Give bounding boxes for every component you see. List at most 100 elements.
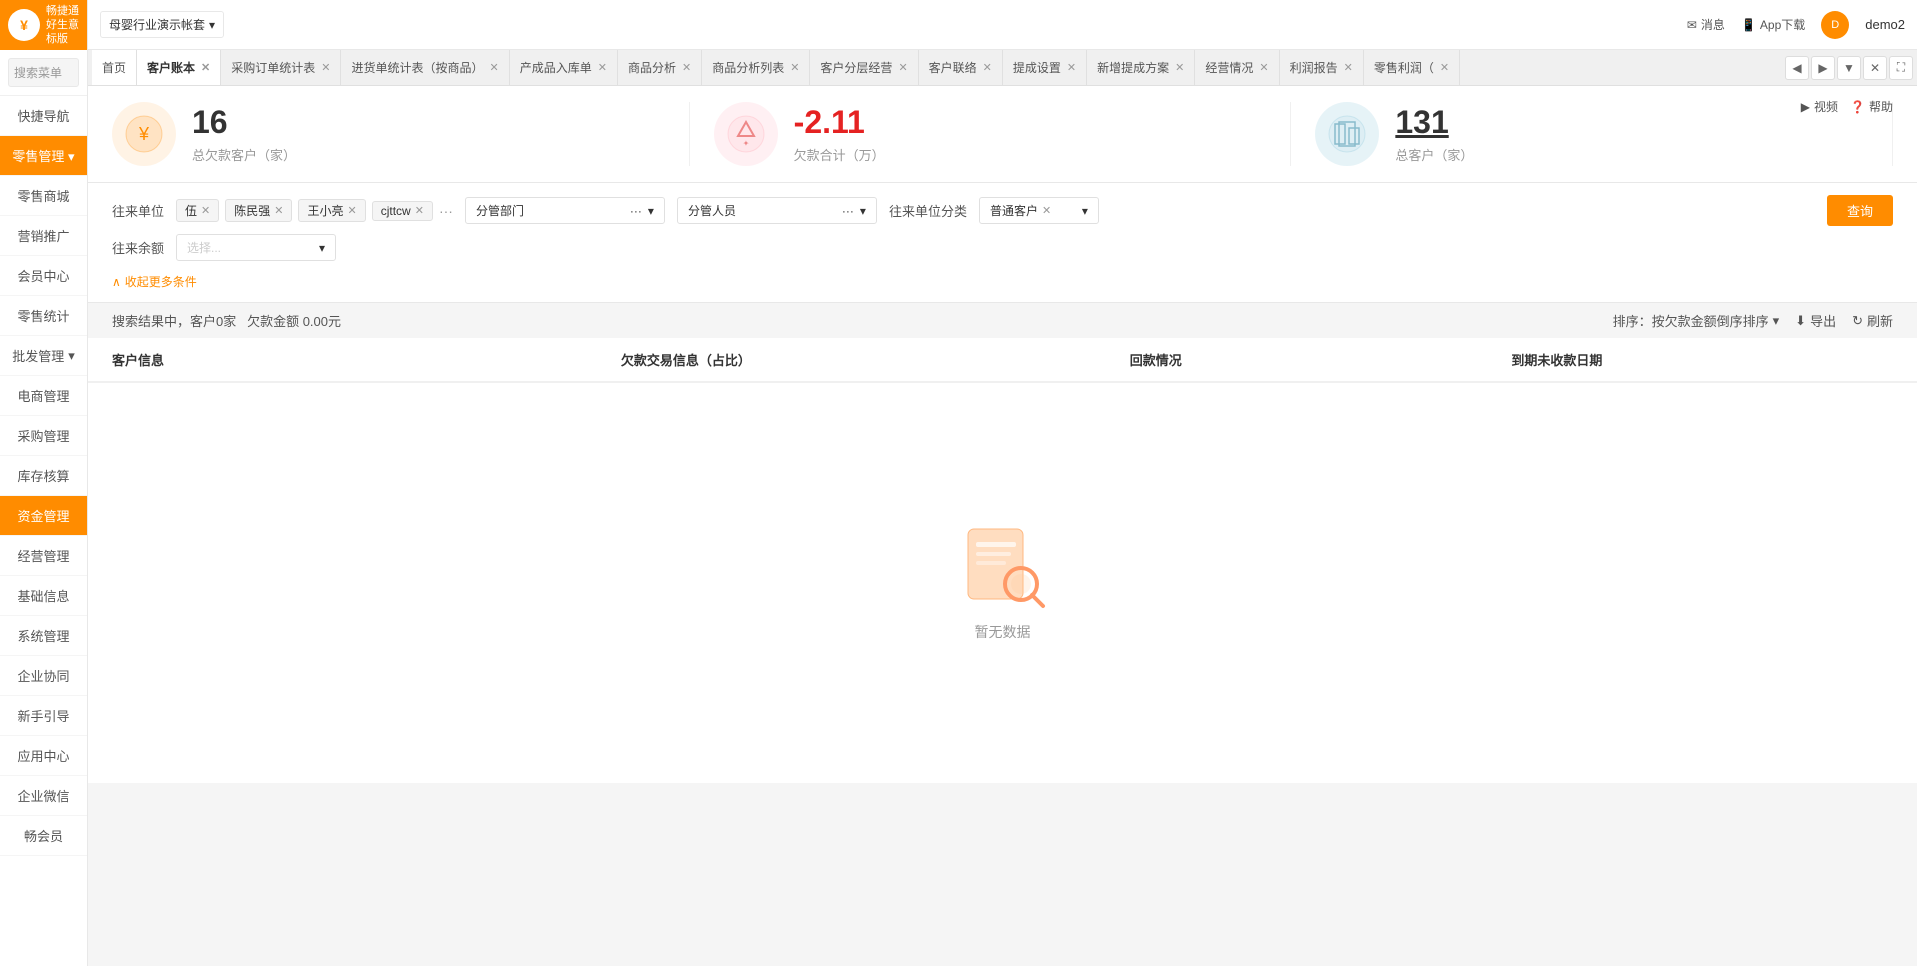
tag-close-icon[interactable]: ✕ (348, 204, 357, 217)
username-label[interactable]: demo2 (1865, 17, 1905, 32)
tabs-bar: 首页 客户账本 ✕ 采购订单统计表 ✕ 进货单统计表（按商品） ✕ 产成品入库单… (88, 50, 1917, 86)
stat-info-total: 131 总客户（家） (1395, 104, 1473, 164)
tab-label: 零售利润（ (1374, 59, 1434, 76)
collapse-button[interactable]: ∧ 收起更多条件 (112, 273, 1893, 290)
sidebar-item-retail-stat[interactable]: 零售统计 (0, 296, 87, 336)
stats-section: ¥ 16 总欠款客户（家） ✦ -2.11 (88, 86, 1917, 183)
tab-label: 进货单统计表（按商品） (351, 59, 483, 76)
sidebar-item-label: 批发管理 (12, 346, 64, 365)
sidebar-item-retail-mall[interactable]: 零售商城 (0, 176, 87, 216)
tab-retail-profit[interactable]: 零售利润（ ✕ (1364, 50, 1460, 85)
tab-product-analysis[interactable]: 商品分析 ✕ (618, 50, 702, 85)
tab-close-icon[interactable]: ✕ (1175, 61, 1184, 74)
logo-text: 畅捷通好生意 标版 (46, 4, 79, 47)
tab-home[interactable]: 首页 (92, 50, 137, 85)
play-icon: ▶ (1801, 100, 1810, 114)
sidebar-item-operation[interactable]: 经营管理 (0, 536, 87, 576)
sidebar-item-app-center[interactable]: 应用中心 (0, 736, 87, 776)
tab-close-icon[interactable]: ✕ (983, 61, 992, 74)
tab-profit-report[interactable]: 利润报告 ✕ (1280, 50, 1364, 85)
tag-close-icon[interactable]: ✕ (415, 204, 424, 217)
tab-close-icon[interactable]: ✕ (201, 61, 210, 74)
sidebar-item-member-plus[interactable]: 畅会员 (0, 816, 87, 856)
result-actions: 排序：按欠款金额倒序排序 ▾ ⬇ 导出 ↻ 刷新 (1613, 311, 1893, 330)
sidebar-item-finance[interactable]: 资金管理 (0, 496, 87, 536)
filter-tag-wu: 伍 ✕ (176, 199, 219, 222)
sidebar-item-retail-mgmt[interactable]: 零售管理 ▾ (0, 136, 87, 176)
tab-customer-contact[interactable]: 客户联络 ✕ (919, 50, 1003, 85)
stat-number-customers: 16 (192, 104, 296, 141)
tab-close-icon[interactable]: ✕ (598, 61, 607, 74)
tab-close-icon[interactable]: ✕ (1259, 61, 1268, 74)
help-button[interactable]: ❓ 帮助 (1850, 98, 1893, 115)
tag-close-icon[interactable]: ✕ (201, 204, 210, 217)
filter-tag-chen: 陈民强 ✕ (225, 199, 292, 222)
message-button[interactable]: ✉ 消息 (1687, 16, 1725, 33)
search-menu-button[interactable]: 搜索菜单 (8, 58, 79, 87)
tab-customer-account[interactable]: 客户账本 ✕ (137, 50, 221, 85)
tab-label: 客户账本 (147, 59, 195, 76)
tabs-menu-button[interactable]: ▼ (1837, 56, 1861, 80)
message-icon: ✉ (1687, 18, 1697, 32)
sidebar-item-member[interactable]: 会员中心 (0, 256, 87, 296)
tabs-fullscreen-button[interactable]: ⛶ (1889, 56, 1913, 80)
person-selector[interactable]: 分管人员 ··· ▾ (677, 197, 877, 224)
tab-close-icon[interactable]: ✕ (682, 61, 691, 74)
tag-close-icon[interactable]: ✕ (1042, 204, 1051, 217)
industry-selector[interactable]: 母婴行业演示帐套 ▾ (100, 11, 224, 38)
tab-close-icon[interactable]: ✕ (1440, 61, 1449, 74)
chevron-down-icon: ▾ (1082, 204, 1088, 218)
sidebar-item-sys-mgmt[interactable]: 系统管理 (0, 616, 87, 656)
tab-close-icon[interactable]: ✕ (321, 61, 330, 74)
sidebar-item-basic-info[interactable]: 基础信息 (0, 576, 87, 616)
amount-selector[interactable]: 选择... ▾ (176, 234, 336, 261)
sidebar-quick-nav[interactable]: 快捷导航 (0, 96, 87, 136)
tab-close-icon[interactable]: ✕ (1344, 61, 1353, 74)
tab-close-icon[interactable]: ✕ (1067, 61, 1076, 74)
video-button[interactable]: ▶ 视频 (1801, 98, 1838, 115)
sidebar-item-purchase[interactable]: 采购管理 (0, 416, 87, 456)
unit-type-label: 往来单位分类 (889, 201, 967, 220)
app-download-button[interactable]: 📱 App下载 (1741, 16, 1805, 33)
collapse-label: 收起更多条件 (125, 273, 197, 290)
tab-new-plan[interactable]: 新增提成方案 ✕ (1087, 50, 1195, 85)
sort-selector[interactable]: 排序：按欠款金额倒序排序 ▾ (1613, 311, 1780, 330)
tab-improve-settings[interactable]: 提成设置 ✕ (1003, 50, 1087, 85)
tabs-close-all-button[interactable]: ✕ (1863, 56, 1887, 80)
sidebar-item-newbie[interactable]: 新手引导 (0, 696, 87, 736)
query-button[interactable]: 查询 (1827, 195, 1893, 226)
filter-tag-normal-customer: 普通客户 ✕ (990, 202, 1051, 219)
chevron-down-icon: ▾ (648, 204, 654, 218)
tab-goods-in-stat[interactable]: 进货单统计表（按商品） ✕ (341, 50, 509, 85)
refresh-button[interactable]: ↻ 刷新 (1852, 311, 1893, 330)
tab-product-in[interactable]: 产成品入库单 ✕ (510, 50, 618, 85)
tab-close-icon[interactable]: ✕ (490, 61, 499, 74)
filter-amount-label: 往来余额 (112, 238, 164, 257)
tabs-next-button[interactable]: ▶ (1811, 56, 1835, 80)
export-label: 导出 (1810, 311, 1836, 330)
main-area: 母婴行业演示帐套 ▾ ✉ 消息 📱 App下载 D demo2 首页 客户账本 … (88, 0, 1917, 966)
tab-purchase-order[interactable]: 采购订单统计表 ✕ (221, 50, 341, 85)
sidebar-item-enterprise[interactable]: 企业协同 (0, 656, 87, 696)
search-result-text: 搜索结果中，客户0家 欠款金额 0.00元 (112, 311, 341, 330)
sidebar-item-ecommerce[interactable]: 电商管理 (0, 376, 87, 416)
tab-product-analysis-list[interactable]: 商品分析列表 ✕ (702, 50, 810, 85)
tabs-prev-button[interactable]: ◀ (1785, 56, 1809, 80)
dept-selector[interactable]: 分管部门 ··· ▾ (465, 197, 665, 224)
export-button[interactable]: ⬇ 导出 (1795, 311, 1836, 330)
tab-close-icon[interactable]: ✕ (898, 61, 907, 74)
tabs-arrows: ◀ ▶ ▼ ✕ ⛶ (1785, 56, 1913, 80)
sidebar-item-wholesale[interactable]: 批发管理 ▾ (0, 336, 87, 376)
sidebar-item-inventory[interactable]: 库存核算 (0, 456, 87, 496)
more-tags-icon[interactable]: ··· (439, 203, 453, 219)
sidebar-item-enterprise-wx[interactable]: 企业微信 (0, 776, 87, 816)
tab-label: 商品分析列表 (712, 59, 784, 76)
tab-close-icon[interactable]: ✕ (790, 61, 799, 74)
sidebar-item-marketing[interactable]: 营销推广 (0, 216, 87, 256)
tab-customer-tier[interactable]: 客户分层经营 ✕ (810, 50, 918, 85)
unit-type-selector[interactable]: 普通客户 ✕ ▾ (979, 197, 1099, 224)
download-icon: ⬇ (1795, 313, 1806, 329)
tab-operation-status[interactable]: 经营情况 ✕ (1195, 50, 1279, 85)
topbar: 母婴行业演示帐套 ▾ ✉ 消息 📱 App下载 D demo2 (88, 0, 1917, 50)
tag-close-icon[interactable]: ✕ (274, 204, 283, 217)
